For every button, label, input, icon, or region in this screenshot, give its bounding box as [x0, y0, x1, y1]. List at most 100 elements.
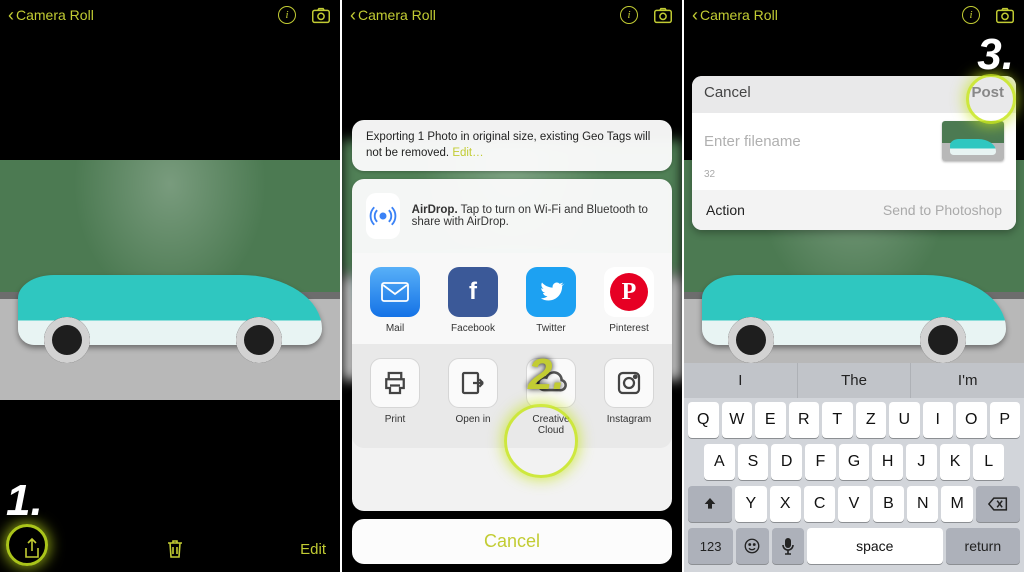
compose-cancel-button[interactable]: Cancel [704, 84, 751, 101]
photo-viewer[interactable] [0, 30, 340, 572]
camera-icon[interactable] [310, 4, 332, 26]
keyboard-suggestions: I The I'm [684, 363, 1024, 398]
key-b[interactable]: B [873, 486, 904, 522]
key-j[interactable]: J [906, 444, 937, 480]
app-label: Facebook [440, 323, 506, 334]
key-a[interactable]: A [704, 444, 735, 480]
screen-1: ‹ Camera Roll i Edit 1. [0, 0, 342, 572]
back-label: Camera Roll [16, 7, 94, 23]
back-button[interactable]: ‹ Camera Roll [8, 5, 94, 26]
chevron-left-icon: ‹ [692, 5, 698, 26]
key-m[interactable]: M [941, 486, 972, 522]
edit-button[interactable]: Edit [300, 541, 326, 558]
share-cancel-button[interactable]: Cancel [352, 519, 672, 564]
camera-icon[interactable] [652, 4, 674, 26]
action-instagram[interactable]: Instagram [596, 358, 662, 436]
export-note-text: Exporting 1 Photo in original size, exis… [366, 131, 650, 159]
action-label: Action [706, 202, 745, 218]
share-apps-row: Mail f Facebook Twitter PPinterest [352, 253, 672, 344]
compose-card: Cancel Post 32 Action Send to Photoshop [692, 76, 1016, 230]
camera-icon[interactable] [994, 4, 1016, 26]
key-return[interactable]: return [946, 528, 1020, 564]
info-icon[interactable]: i [620, 6, 638, 24]
key-n[interactable]: N [907, 486, 938, 522]
key-w[interactable]: W [722, 402, 753, 438]
share-app-facebook[interactable]: f Facebook [440, 267, 506, 334]
compose-post-button[interactable]: Post [971, 84, 1004, 101]
nav-bar: ‹ Camera Roll i [684, 0, 1024, 30]
key-s[interactable]: S [738, 444, 769, 480]
share-actions-row: Print Open in Creative Cloud Instagram [352, 344, 672, 448]
suggestion[interactable]: I [684, 363, 798, 398]
share-button[interactable] [14, 537, 50, 561]
key-k[interactable]: K [940, 444, 971, 480]
print-icon [370, 358, 420, 408]
chevron-left-icon: ‹ [8, 5, 14, 26]
info-icon[interactable]: i [962, 6, 980, 24]
export-note: Exporting 1 Photo in original size, exis… [352, 120, 672, 171]
airdrop-icon [366, 193, 400, 239]
key-t[interactable]: T [822, 402, 853, 438]
share-app-pinterest[interactable]: PPinterest [596, 267, 662, 334]
key-space[interactable]: space [807, 528, 943, 564]
nav-bar: ‹ Camera Roll i [0, 0, 340, 30]
action-label: Creative Cloud [518, 414, 584, 436]
key-q[interactable]: Q [688, 402, 719, 438]
key-p[interactable]: P [990, 402, 1021, 438]
key-h[interactable]: H [872, 444, 903, 480]
key-numbers[interactable]: 123 [688, 528, 733, 564]
action-print[interactable]: Print [362, 358, 428, 436]
key-y[interactable]: Y [735, 486, 766, 522]
action-row[interactable]: Action Send to Photoshop [692, 190, 1016, 230]
nav-bar: ‹ Camera Roll i [342, 0, 682, 30]
key-c[interactable]: C [804, 486, 835, 522]
suggestion[interactable]: The [798, 363, 912, 398]
key-d[interactable]: D [771, 444, 802, 480]
key-z[interactable]: Z [856, 402, 887, 438]
key-x[interactable]: X [770, 486, 801, 522]
creative-cloud-icon [526, 358, 576, 408]
key-r[interactable]: R [789, 402, 820, 438]
key-u[interactable]: U [889, 402, 920, 438]
key-i[interactable]: I [923, 402, 954, 438]
back-button[interactable]: ‹ Camera Roll [692, 5, 778, 26]
key-emoji[interactable] [736, 528, 768, 564]
share-sheet: Exporting 1 Photo in original size, exis… [352, 120, 672, 564]
trash-button[interactable] [157, 538, 193, 560]
share-app-mail[interactable]: Mail [362, 267, 428, 334]
key-dictation[interactable] [772, 528, 804, 564]
attachment-thumbnail[interactable] [942, 121, 1004, 161]
action-open-in[interactable]: Open in [440, 358, 506, 436]
back-button[interactable]: ‹ Camera Roll [350, 5, 436, 26]
action-label: Print [362, 414, 428, 425]
facebook-icon: f [448, 267, 498, 317]
key-v[interactable]: V [838, 486, 869, 522]
photo-content [0, 160, 340, 400]
airdrop-title: AirDrop. [412, 204, 458, 216]
screen-2: ‹ Camera Roll i Exporting 1 Photo in ori… [342, 0, 684, 572]
filename-input[interactable] [704, 121, 942, 161]
key-g[interactable]: G [839, 444, 870, 480]
twitter-icon [526, 267, 576, 317]
suggestion[interactable]: I'm [911, 363, 1024, 398]
char-count: 32 [692, 165, 1016, 190]
chevron-left-icon: ‹ [350, 5, 356, 26]
action-label: Open in [440, 414, 506, 425]
key-e[interactable]: E [755, 402, 786, 438]
key-shift[interactable] [688, 486, 732, 522]
keyboard: I The I'm QWERTZUIOP ASDFGHJKL YXCVBNM 1… [684, 363, 1024, 572]
action-value: Send to Photoshop [883, 202, 1002, 218]
bottom-toolbar: Edit [0, 526, 340, 572]
app-label: Mail [362, 323, 428, 334]
export-edit-link[interactable]: Edit… [452, 147, 483, 159]
action-creative-cloud[interactable]: Creative Cloud [518, 358, 584, 436]
instagram-icon [604, 358, 654, 408]
share-app-twitter[interactable]: Twitter [518, 267, 584, 334]
key-l[interactable]: L [973, 444, 1004, 480]
key-f[interactable]: F [805, 444, 836, 480]
airdrop-row[interactable]: AirDrop. Tap to turn on Wi-Fi and Blueto… [352, 179, 672, 253]
info-icon[interactable]: i [278, 6, 296, 24]
app-label: Twitter [518, 323, 584, 334]
key-o[interactable]: O [956, 402, 987, 438]
key-backspace[interactable] [976, 486, 1020, 522]
